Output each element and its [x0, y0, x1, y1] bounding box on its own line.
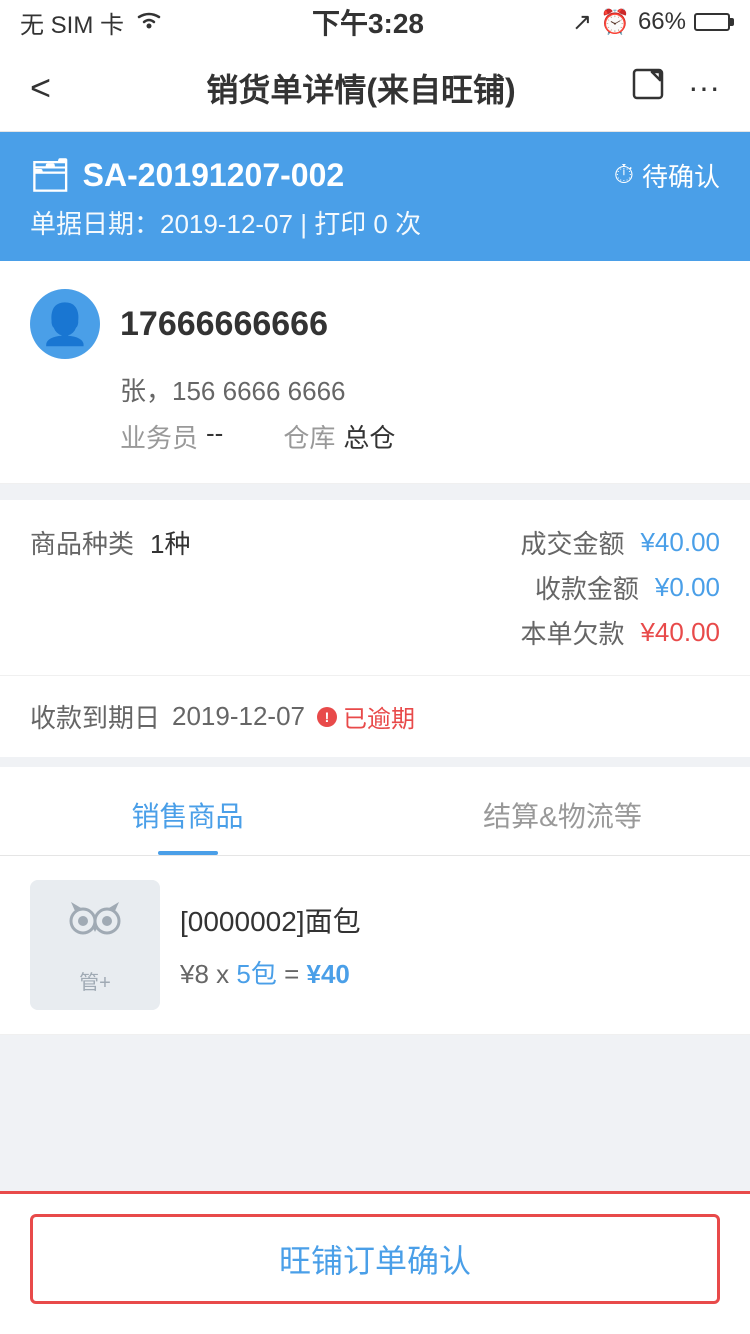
user-icon: 👤: [40, 301, 90, 348]
order-header: 🗂 SA-20191207-002 ⏱ 待确认 单据日期：2019-12-07 …: [0, 132, 750, 261]
due-date-label: 收款到期日: [30, 698, 160, 735]
debt-value: ¥40.00: [640, 617, 720, 648]
payment-row: 收款金额 ¥0.00: [535, 569, 720, 606]
warehouse-label: 仓库: [283, 418, 335, 455]
product-image: 管+: [30, 880, 160, 1010]
price-base: ¥8 x: [180, 959, 236, 989]
confirm-btn-wrapper: 旺铺订单确认: [0, 1191, 750, 1334]
order-status: ⏱ 待确认: [614, 157, 720, 194]
product-info: [0000002]面包 ¥8 x 5包 = ¥40: [180, 900, 720, 991]
location-icon: ↗: [572, 8, 592, 37]
due-date-card: 收款到期日 2019-12-07 ! 已逾期: [0, 676, 750, 767]
status-time: 下午3:28: [312, 2, 424, 42]
nav-actions: ···: [632, 68, 720, 108]
customer-card: 👤 17666666666 张，156 6666 6666 业务员 -- 仓库 …: [0, 261, 750, 484]
clock-icon: ⏱: [614, 159, 634, 191]
back-button[interactable]: <: [30, 67, 90, 109]
salesperson-value: --: [206, 418, 223, 455]
tab-settlement[interactable]: 结算&物流等: [375, 767, 750, 855]
price-qty: 5包: [236, 959, 276, 989]
share-button[interactable]: [632, 68, 664, 108]
section-divider-1: [0, 484, 750, 500]
status-bar: 无 SIM 卡 下午3:28 ↗ ⏰ 66%: [0, 0, 750, 44]
overdue-badge: ! 已逾期: [317, 699, 415, 734]
alarm-icon: ⏰: [600, 8, 630, 37]
wifi-icon: [134, 8, 164, 37]
customer-meta: 业务员 -- 仓库 总仓: [30, 418, 720, 455]
overdue-icon: !: [317, 707, 337, 727]
product-price: ¥8 x 5包 = ¥40: [180, 954, 720, 991]
debt-label: 本单欠款: [520, 614, 624, 651]
transaction-value: ¥40.00: [640, 527, 720, 558]
financial-stats: 成交金额 ¥40.00 收款金额 ¥0.00 本单欠款 ¥40.00: [520, 524, 720, 651]
salesperson-label: 业务员: [120, 418, 198, 455]
tab-sales[interactable]: 销售商品: [0, 767, 375, 855]
transaction-row: 成交金额 ¥40.00: [520, 524, 720, 561]
price-total: ¥40: [306, 959, 349, 989]
customer-phone: 17666666666: [120, 305, 328, 344]
status-right: ↗ ⏰ 66%: [572, 8, 730, 37]
stats-card: 商品种类 1种 成交金额 ¥40.00 收款金额 ¥0.00 本单欠款 ¥40.…: [0, 500, 750, 676]
nav-bar: < 销货单详情(来自旺铺) ···: [0, 44, 750, 132]
order-id: 🗂 SA-20191207-002: [30, 156, 344, 194]
more-button[interactable]: ···: [688, 69, 720, 106]
product-types-value: 1种: [150, 524, 190, 561]
product-name: [0000002]面包: [180, 900, 720, 940]
battery-icon: [694, 13, 730, 31]
product-types: 商品种类 1种: [30, 524, 190, 561]
brand-plus: 管+: [79, 966, 111, 995]
due-date-value: 2019-12-07: [172, 701, 305, 732]
order-date: 单据日期：2019-12-07 | 打印 0 次: [30, 204, 720, 241]
confirm-button[interactable]: 旺铺订单确认: [30, 1214, 720, 1304]
product-card: 管+ [0000002]面包 ¥8 x 5包 = ¥40: [0, 856, 750, 1035]
avatar: 👤: [30, 289, 100, 359]
carrier-text: 无 SIM 卡: [20, 5, 124, 40]
order-icon: 🗂: [30, 156, 71, 194]
debt-row: 本单欠款 ¥40.00: [520, 614, 720, 651]
overdue-text: 已逾期: [343, 699, 415, 734]
customer-sub-info: 张，156 6666 6666: [30, 371, 720, 408]
page-title: 销货单详情(来自旺铺): [206, 65, 515, 111]
payment-value: ¥0.00: [655, 572, 720, 603]
warehouse-value: 总仓: [343, 418, 395, 455]
price-equals: =: [277, 959, 307, 989]
status-left: 无 SIM 卡: [20, 5, 164, 40]
battery-percent: 66%: [638, 8, 686, 36]
transaction-label: 成交金额: [520, 524, 624, 561]
tabs: 销售商品 结算&物流等: [0, 767, 750, 856]
product-logo: [55, 896, 135, 962]
payment-label: 收款金额: [535, 569, 639, 606]
product-types-label: 商品种类: [30, 524, 134, 561]
